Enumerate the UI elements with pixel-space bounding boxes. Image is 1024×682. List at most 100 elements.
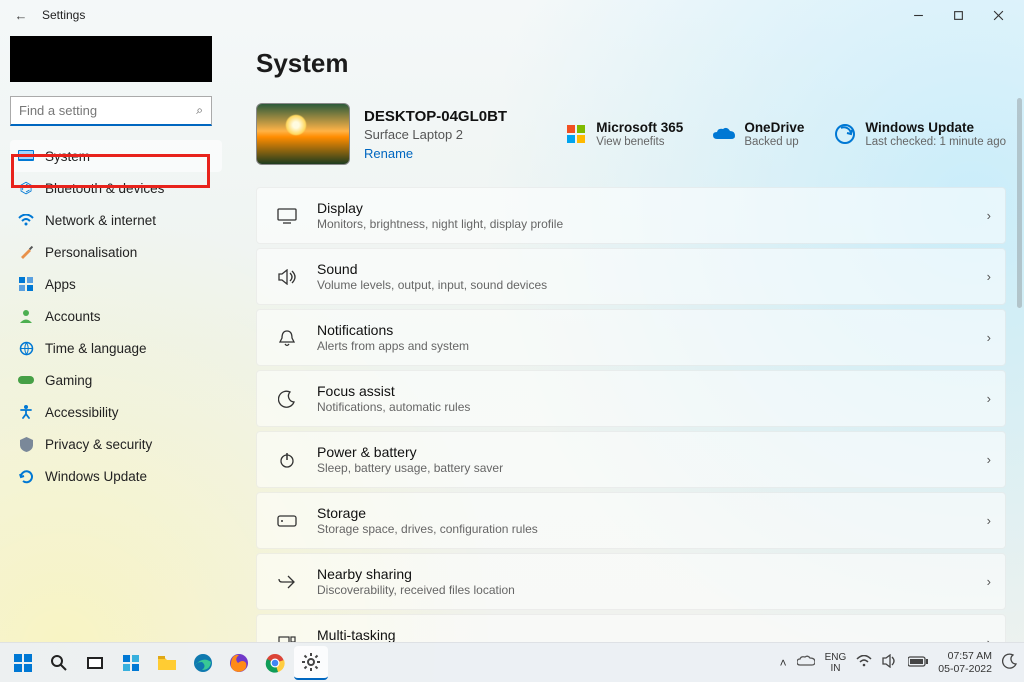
- card-multitasking[interactable]: Multi-taskingSnap windows, desktops, tas…: [256, 614, 1006, 642]
- onedrive-tray-icon[interactable]: [797, 655, 815, 670]
- file-explorer[interactable]: [150, 646, 184, 680]
- widgets-button[interactable]: [114, 646, 148, 680]
- nav-item-accessibility[interactable]: Accessibility: [10, 396, 222, 428]
- chrome-browser[interactable]: [258, 646, 292, 680]
- nav-item-network[interactable]: Network & internet: [10, 204, 222, 236]
- device-model: Surface Laptop 2: [364, 127, 507, 142]
- task-view[interactable]: [78, 646, 112, 680]
- nav-item-privacy[interactable]: Privacy & security: [10, 428, 222, 460]
- scrollbar[interactable]: [1017, 98, 1022, 308]
- hero-title: OneDrive: [744, 120, 804, 135]
- clock[interactable]: 07:57 AM05-07-2022: [938, 650, 992, 674]
- nav-item-bluetooth[interactable]: ⌬ Bluetooth & devices: [10, 172, 222, 204]
- hero-link-m365[interactable]: Microsoft 365View benefits: [565, 120, 683, 148]
- moon-icon: [275, 390, 299, 408]
- sound-icon: [275, 269, 299, 285]
- card-title: Focus assist: [317, 383, 470, 399]
- card-power[interactable]: Power & batterySleep, battery usage, bat…: [256, 431, 1006, 488]
- window-controls: [898, 0, 1018, 30]
- sidebar: ⌕ System ⌬ Bluetooth & devices Network &…: [0, 30, 232, 642]
- card-display[interactable]: DisplayMonitors, brightness, night light…: [256, 187, 1006, 244]
- hero-link-onedrive[interactable]: OneDriveBacked up: [713, 120, 804, 148]
- settings-app[interactable]: [294, 646, 328, 680]
- nav-item-time-language[interactable]: Time & language: [10, 332, 222, 364]
- nav-label: Bluetooth & devices: [45, 181, 164, 196]
- card-sub: Sleep, battery usage, battery saver: [317, 461, 503, 475]
- wifi-tray-icon[interactable]: [856, 655, 872, 670]
- nav-label: Privacy & security: [45, 437, 152, 452]
- rename-link[interactable]: Rename: [364, 146, 507, 161]
- wallpaper-thumbnail[interactable]: [256, 103, 350, 165]
- notifications-tray-icon[interactable]: [1002, 653, 1018, 672]
- page-title: System: [256, 48, 1006, 79]
- nav-item-apps[interactable]: Apps: [10, 268, 222, 300]
- chevron-right-icon: ›: [987, 574, 991, 589]
- device-hero: DESKTOP-04GL0BT Surface Laptop 2 Rename …: [256, 103, 1006, 165]
- taskbar: ˄ ENGIN 07:57 AM05-07-2022: [0, 642, 1024, 682]
- card-sub: Discoverability, received files location: [317, 583, 515, 597]
- card-title: Notifications: [317, 322, 469, 338]
- edge-browser[interactable]: [186, 646, 220, 680]
- card-sub: Alerts from apps and system: [317, 339, 469, 353]
- nav-label: System: [45, 149, 90, 164]
- card-title: Multi-tasking: [317, 627, 530, 642]
- search-input[interactable]: [19, 103, 196, 118]
- nav-label: Accessibility: [45, 405, 119, 420]
- card-notifications[interactable]: NotificationsAlerts from apps and system…: [256, 309, 1006, 366]
- device-name: DESKTOP-04GL0BT: [364, 108, 507, 125]
- wifi-icon: [18, 212, 34, 228]
- user-account-card[interactable]: [10, 36, 212, 82]
- nav-item-personalisation[interactable]: Personalisation: [10, 236, 222, 268]
- minimize-button[interactable]: [898, 0, 938, 30]
- card-sound[interactable]: SoundVolume levels, output, input, sound…: [256, 248, 1006, 305]
- titlebar: ← Settings: [0, 0, 1024, 30]
- card-sub: Storage space, drives, configuration rul…: [317, 522, 538, 536]
- settings-card-list: DisplayMonitors, brightness, night light…: [256, 187, 1006, 642]
- apps-icon: [18, 276, 34, 292]
- card-sub: Notifications, automatic rules: [317, 400, 470, 414]
- search-box[interactable]: ⌕: [10, 96, 212, 126]
- card-nearby-sharing[interactable]: Nearby sharingDiscoverability, received …: [256, 553, 1006, 610]
- language-indicator[interactable]: ENGIN: [825, 652, 847, 674]
- start-button[interactable]: [6, 646, 40, 680]
- card-title: Power & battery: [317, 444, 503, 460]
- card-storage[interactable]: StorageStorage space, drives, configurat…: [256, 492, 1006, 549]
- back-button[interactable]: ←: [6, 8, 36, 23]
- m365-icon: [565, 123, 587, 145]
- card-title: Display: [317, 200, 563, 216]
- tray-chevron-icon[interactable]: ˄: [780, 656, 787, 670]
- gaming-icon: [18, 372, 34, 388]
- volume-tray-icon[interactable]: [882, 654, 898, 671]
- nav-item-accounts[interactable]: Accounts: [10, 300, 222, 332]
- nav-label: Gaming: [45, 373, 92, 388]
- nav-label: Apps: [45, 277, 76, 292]
- nav-item-windows-update[interactable]: Windows Update: [10, 460, 222, 492]
- hero-title: Microsoft 365: [596, 120, 683, 135]
- onedrive-icon: [713, 123, 735, 145]
- nav-item-system[interactable]: System: [10, 140, 222, 172]
- card-focus-assist[interactable]: Focus assistNotifications, automatic rul…: [256, 370, 1006, 427]
- system-icon: [18, 148, 34, 164]
- hero-link-update[interactable]: Windows UpdateLast checked: 1 minute ago: [834, 120, 1006, 148]
- search-icon: ⌕: [196, 103, 203, 118]
- bluetooth-icon: ⌬: [18, 180, 34, 196]
- taskbar-search[interactable]: [42, 646, 76, 680]
- close-button[interactable]: [978, 0, 1018, 30]
- chevron-right-icon: ›: [987, 452, 991, 467]
- firefox-browser[interactable]: [222, 646, 256, 680]
- hero-sub: Last checked: 1 minute ago: [865, 136, 1006, 148]
- bell-icon: [275, 329, 299, 347]
- nav-item-gaming[interactable]: Gaming: [10, 364, 222, 396]
- chevron-right-icon: ›: [987, 391, 991, 406]
- nav-label: Windows Update: [45, 469, 147, 484]
- chevron-right-icon: ›: [987, 513, 991, 528]
- card-title: Nearby sharing: [317, 566, 515, 582]
- accessibility-icon: [18, 404, 34, 420]
- card-sub: Monitors, brightness, night light, displ…: [317, 217, 563, 231]
- hero-title: Windows Update: [865, 120, 1006, 135]
- nav-label: Time & language: [45, 341, 147, 356]
- battery-tray-icon[interactable]: [908, 656, 928, 670]
- chevron-right-icon: ›: [987, 330, 991, 345]
- globe-clock-icon: [18, 340, 34, 356]
- maximize-button[interactable]: [938, 0, 978, 30]
